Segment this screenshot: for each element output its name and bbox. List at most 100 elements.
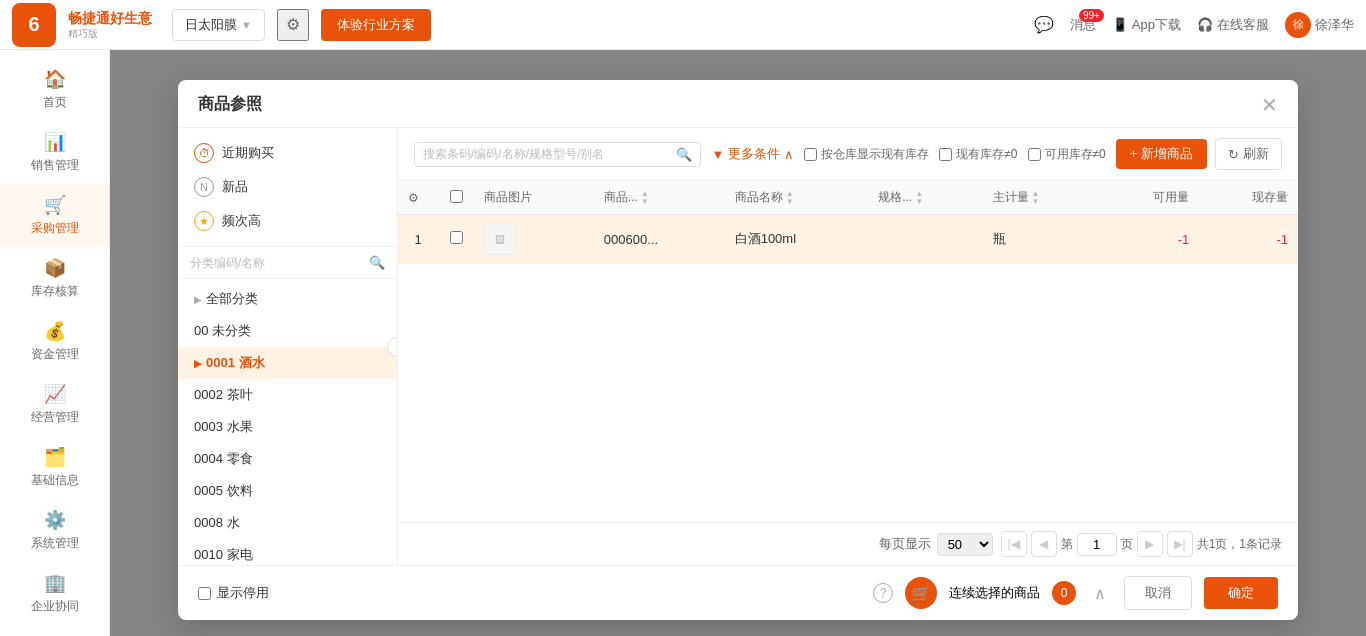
message-count: 99+ [1079, 9, 1104, 22]
online-service-btn[interactable]: 🎧 在线客服 [1197, 16, 1269, 34]
app-download-btn[interactable]: 📱 App下载 [1112, 16, 1181, 34]
sidebar-item-guide[interactable]: 📖 新手引导 [0, 625, 109, 636]
row-spec [868, 215, 982, 264]
refresh-button[interactable]: ↻ 刷新 [1215, 138, 1282, 170]
basic-icon: 🗂️ [44, 446, 66, 468]
cancel-button[interactable]: 取消 [1124, 576, 1192, 610]
prev-page-btn[interactable]: ◀ [1031, 531, 1057, 557]
confirm-button[interactable]: 确定 [1204, 577, 1278, 609]
sidebar-item-sales[interactable]: 📊 销售管理 [0, 121, 109, 184]
filter-stock-checkbox[interactable] [939, 148, 952, 161]
settings-button[interactable]: ⚙ [277, 9, 309, 41]
sidebar-item-operations[interactable]: 📈 经营管理 [0, 373, 109, 436]
refresh-label: 刷新 [1243, 145, 1269, 163]
filter-usable-label[interactable]: 可用库存≠0 [1028, 146, 1106, 163]
recent-icon: ⏱ [194, 143, 214, 163]
messages-btn[interactable]: 💬 99+ 消息 [1034, 15, 1096, 34]
filter-usable-checkbox[interactable] [1028, 148, 1041, 161]
add-product-button[interactable]: + 新增商品 [1116, 139, 1207, 169]
category-search-input[interactable] [190, 256, 363, 270]
first-page-btn[interactable]: |◀ [1001, 531, 1027, 557]
sidebar-label: 销售管理 [31, 157, 79, 174]
cat-0001[interactable]: ▶ 0001 酒水 [178, 347, 397, 379]
store-selector[interactable]: 日太阳膜 ▼ [172, 9, 265, 41]
filter-new[interactable]: N 新品 [178, 170, 397, 204]
sort-icon-spec: ▲▼ [915, 190, 923, 206]
modal-left-panel: ⏱ 近期购买 N 新品 ★ 频次高 [178, 128, 398, 565]
brand-sub: 精巧版 [68, 27, 152, 40]
table-row[interactable]: 1 🖼 [398, 215, 1298, 264]
purchase-icon: 🛒 [44, 194, 66, 216]
show-disabled-label[interactable]: 显示停用 [198, 584, 269, 602]
cat-0003[interactable]: 0003 水果 [178, 411, 397, 443]
sort-icon-name: ▲▼ [786, 190, 794, 206]
th-spec[interactable]: 规格... ▲▼ [868, 181, 982, 215]
filter-more-btn[interactable]: ▼ 更多条件 ∧ [711, 145, 794, 163]
sidebar-item-stock[interactable]: 📦 库存核算 [0, 247, 109, 310]
modal-close-button[interactable]: ✕ [1261, 95, 1278, 115]
cat-all[interactable]: ▶ 全部分类 [178, 283, 397, 315]
cat-00[interactable]: 00 未分类 [178, 315, 397, 347]
cat-0008[interactable]: 0008 水 [178, 507, 397, 539]
modal-dialog: 商品参照 ✕ ⏱ 近期购买 N [178, 80, 1298, 620]
sidebar-item-system[interactable]: ⚙️ 系统管理 [0, 499, 109, 562]
main-layout: 🏠 首页 📊 销售管理 🛒 采购管理 📦 库存核算 💰 资金管理 📈 经营管理 … [0, 50, 1366, 636]
sidebar-item-enterprise[interactable]: 🏢 企业协同 [0, 562, 109, 625]
sidebar-label: 经营管理 [31, 409, 79, 426]
select-all-checkbox[interactable] [450, 190, 463, 203]
modal-right-panel: 🔍 ▼ 更多条件 ∧ 按仓库显示现有库存 [398, 128, 1298, 565]
row-checkbox[interactable] [450, 231, 463, 244]
system-icon: ⚙️ [44, 509, 66, 531]
store-name: 日太阳膜 [185, 16, 237, 34]
operations-icon: 📈 [44, 383, 66, 405]
cat-0004[interactable]: 0004 零食 [178, 443, 397, 475]
filter-recent[interactable]: ⏱ 近期购买 [178, 136, 397, 170]
settings-icon[interactable]: ⚙ [408, 191, 419, 205]
product-search-input[interactable] [423, 147, 672, 161]
headset-icon: 🎧 [1197, 17, 1213, 32]
sidebar-item-basic[interactable]: 🗂️ 基础信息 [0, 436, 109, 499]
last-page-btn[interactable]: ▶| [1167, 531, 1193, 557]
phone-icon: 📱 [1112, 17, 1128, 32]
per-page-select[interactable]: 50 20 100 [937, 533, 993, 556]
cart-icon: 🛒 [905, 577, 937, 609]
filter-frequent[interactable]: ★ 频次高 [178, 204, 397, 238]
search-icon: 🔍 [369, 255, 385, 270]
filter-warehouse-label[interactable]: 按仓库显示现有库存 [804, 146, 929, 163]
filter-stock-label[interactable]: 现有库存≠0 [939, 146, 1017, 163]
table-header-row: ⚙ 商品图片 [398, 181, 1298, 215]
sort-icon-code: ▲▼ [641, 190, 649, 206]
cat-0010[interactable]: 0010 家电 [178, 539, 397, 565]
sidebar-item-purchase[interactable]: 🛒 采购管理 [0, 184, 109, 247]
image-placeholder-icon: 🖼 [495, 234, 505, 245]
help-icon[interactable]: ? [873, 583, 893, 603]
chevron-up-icon: ∧ [784, 147, 794, 162]
show-disabled-checkbox[interactable] [198, 587, 211, 600]
new-icon: N [194, 177, 214, 197]
stock-icon: 📦 [44, 257, 66, 279]
sidebar-item-home[interactable]: 🏠 首页 [0, 58, 109, 121]
sidebar-label: 系统管理 [31, 535, 79, 552]
th-code[interactable]: 商品... ▲▼ [594, 181, 725, 215]
sort-icon-unit: ▲▼ [1032, 190, 1040, 206]
content-area: 商品参照 ✕ ⏱ 近期购买 N [110, 50, 1366, 636]
pagination: 每页显示 50 20 100 |◀ ◀ 第 [398, 522, 1298, 565]
th-name[interactable]: 商品名称 ▲▼ [725, 181, 869, 215]
modal-header: 商品参照 ✕ [178, 80, 1298, 128]
user-menu-btn[interactable]: 徐 徐泽华 [1285, 12, 1354, 38]
cat-0002[interactable]: 0002 茶叶 [178, 379, 397, 411]
selected-count: 0 [1052, 581, 1076, 605]
row-unit: 瓶 [983, 215, 1101, 264]
sidebar-item-finance[interactable]: 💰 资金管理 [0, 310, 109, 373]
fold-btn[interactable]: ∧ [1088, 581, 1112, 605]
filter-warehouse-checkbox[interactable] [804, 148, 817, 161]
next-page-btn[interactable]: ▶ [1137, 531, 1163, 557]
experience-btn[interactable]: 体验行业方案 [321, 9, 431, 41]
frequent-icon: ★ [194, 211, 214, 231]
enterprise-icon: 🏢 [44, 572, 66, 594]
page-number-input[interactable] [1077, 533, 1117, 556]
quick-filters: ⏱ 近期购买 N 新品 ★ 频次高 [178, 128, 397, 247]
modal-overlay[interactable]: 商品参照 ✕ ⏱ 近期购买 N [110, 50, 1366, 636]
th-unit[interactable]: 主计量 ▲▼ [983, 181, 1101, 215]
cat-0005[interactable]: 0005 饮料 [178, 475, 397, 507]
